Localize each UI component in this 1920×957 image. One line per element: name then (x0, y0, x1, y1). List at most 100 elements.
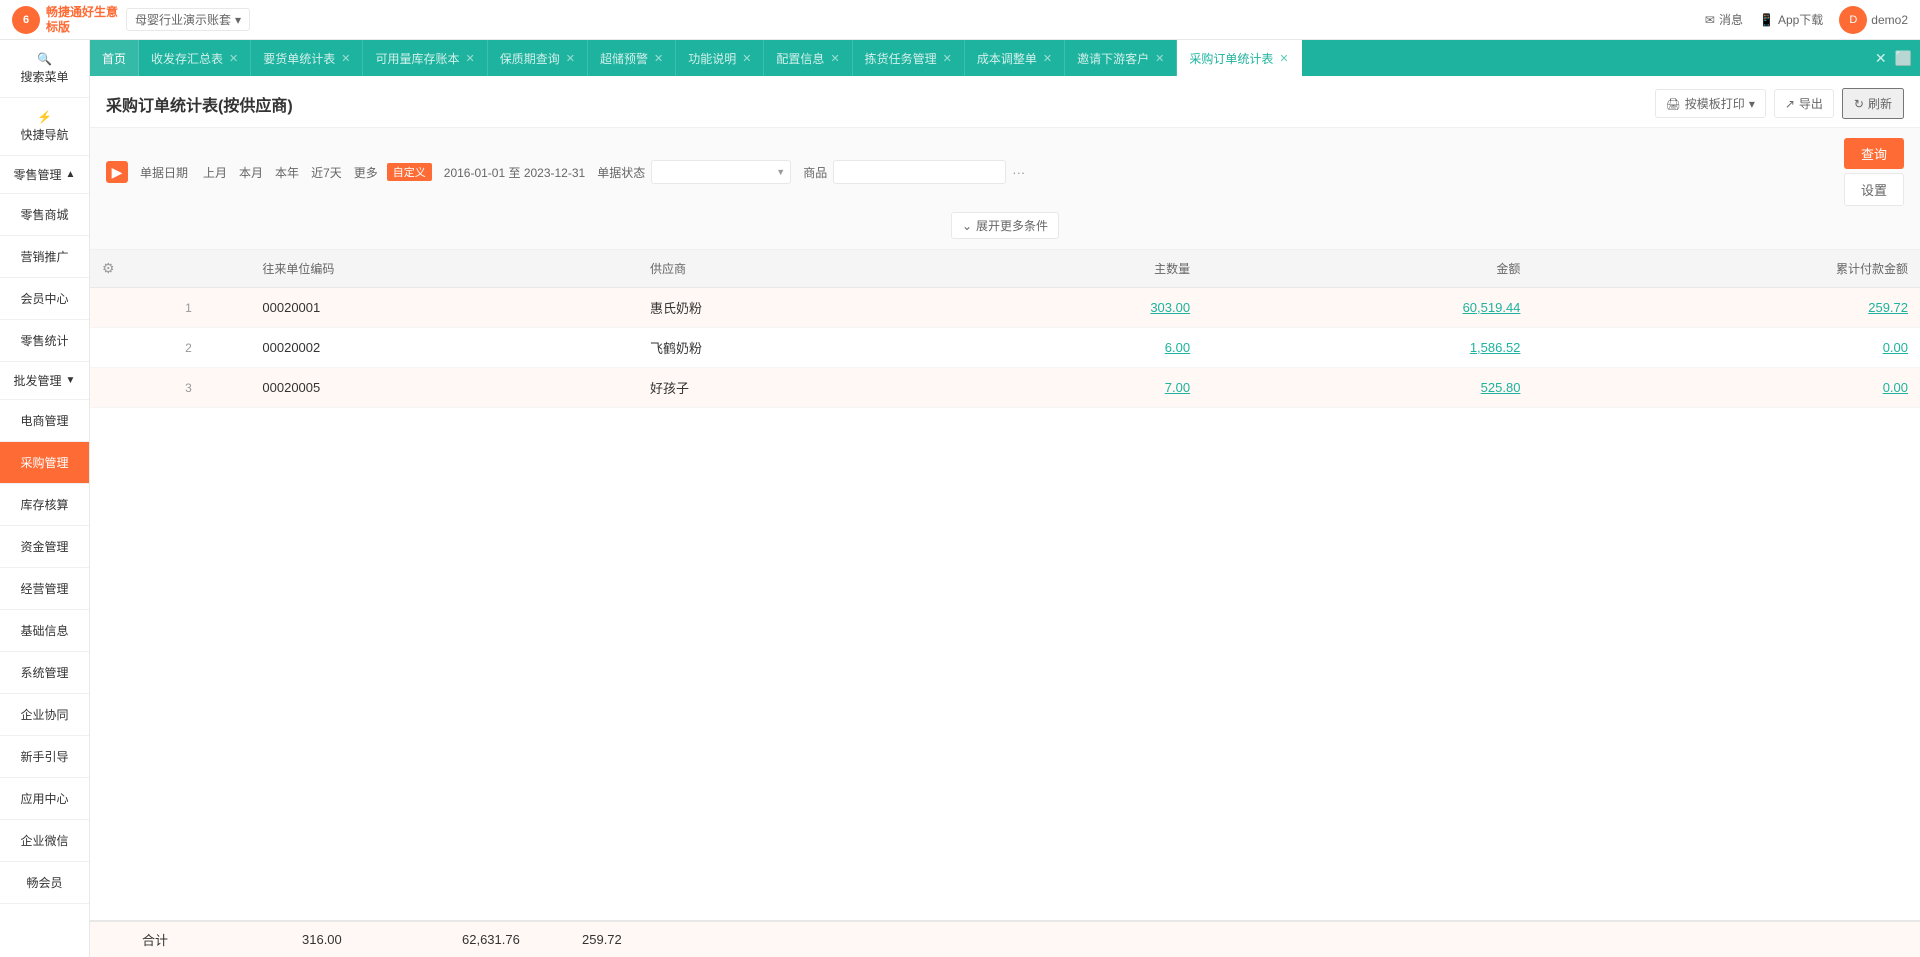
sidebar-item-wholesale[interactable]: 批发管理 ▼ (0, 362, 89, 400)
shortcut-this-year[interactable]: 本年 (272, 163, 302, 182)
tab-available-inventory[interactable]: 可用量库存账本 ✕ (363, 40, 487, 76)
print-icon: 🖨 (1666, 97, 1681, 111)
sidebar-item-enterprise-wechat[interactable]: 企业微信 (0, 820, 89, 862)
td-paid[interactable]: 259.72 (1532, 288, 1920, 328)
td-qty[interactable]: 7.00 (945, 368, 1202, 408)
filter-area: ▶ 单据日期 上月 本月 本年 近7天 更多 自定义 2016-01-01 至 … (90, 128, 1920, 250)
sidebar-item-label: 经营管理 (20, 580, 68, 597)
template-print-button[interactable]: 🖨 按模板打印 ▾ (1655, 89, 1766, 118)
footer-total-label: 合计 (102, 930, 302, 949)
sidebar-item-search[interactable]: 🔍 搜索菜单 (0, 40, 89, 98)
tab-home[interactable]: 首页 (90, 40, 139, 76)
shortcut-last-month[interactable]: 上月 (200, 163, 230, 182)
sidebar-item-label: 电商管理 (20, 412, 68, 429)
goods-input[interactable] (833, 160, 1006, 184)
export-button[interactable]: ↗ 导出 (1774, 89, 1834, 118)
sidebar-item-app-center[interactable]: 应用中心 (0, 778, 89, 820)
chevron-down-icon: ⌄ (962, 219, 972, 233)
tab-close-icon[interactable]: ✕ (341, 52, 350, 65)
custom-date-badge[interactable]: 自定义 (387, 163, 432, 181)
sidebar-item-label: 系统管理 (20, 664, 68, 681)
refresh-button[interactable]: ↻ 刷新 (1842, 88, 1904, 119)
sidebar-item-guide[interactable]: 新手引导 (0, 736, 89, 778)
sidebar-item-ecommerce[interactable]: 电商管理 (0, 400, 89, 442)
top-bar-left: 6 畅捷通好生意 标版 母婴行业演示账套 ▾ (12, 5, 250, 34)
tab-invite-downstream[interactable]: 邀请下游客户 ✕ (1065, 40, 1177, 76)
tab-close-icon[interactable]: ✕ (229, 52, 238, 65)
tab-close-icon[interactable]: ✕ (943, 52, 952, 65)
settings-button[interactable]: 设置 (1844, 173, 1904, 206)
td-num: 2 (127, 328, 251, 368)
message-action[interactable]: ✉ 消息 (1705, 11, 1743, 28)
maximize-window-icon[interactable]: ⬜ (1895, 50, 1912, 67)
tab-close-icon[interactable]: ✕ (742, 52, 751, 65)
td-qty[interactable]: 6.00 (945, 328, 1202, 368)
tab-close-icon[interactable]: ✕ (1279, 52, 1288, 65)
page-title: 采购订单统计表(按供应商) (106, 92, 293, 116)
app-download-action[interactable]: 📱 App下载 (1759, 11, 1823, 28)
shortcut-this-month[interactable]: 本月 (236, 163, 266, 182)
sidebar-item-finance[interactable]: 资金管理 (0, 526, 89, 568)
status-label: 单据状态 (597, 164, 645, 181)
td-qty[interactable]: 303.00 (945, 288, 1202, 328)
chevron-down-icon: ▾ (1749, 97, 1755, 111)
sidebar-item-retail-mgmt[interactable]: 零售管理 ▲ (0, 156, 89, 194)
sidebar-item-vip[interactable]: 畅会员 (0, 862, 89, 904)
sidebar-item-system[interactable]: 系统管理 (0, 652, 89, 694)
status-select[interactable] (651, 160, 791, 184)
sidebar-item-basic-info[interactable]: 基础信息 (0, 610, 89, 652)
sidebar-item-purchase[interactable]: 采购管理 (0, 442, 89, 484)
footer-values: 316.00 62,631.76 259.72 (302, 932, 702, 947)
search-icon: 🔍 (37, 52, 52, 66)
tab-close-icon[interactable]: ✕ (1043, 52, 1052, 65)
table-row: 2 00020002 飞鹤奶粉 6.00 1,586.52 0.00 (90, 328, 1920, 368)
sidebar-item-operations[interactable]: 经营管理 (0, 568, 89, 610)
table-header-row: ⚙ 往来单位编码 供应商 主数量 金额 累计付款金额 (90, 250, 1920, 288)
close-window-icon[interactable]: ✕ (1875, 50, 1887, 67)
tab-close-icon[interactable]: ✕ (566, 52, 575, 65)
sidebar-item-enterprise[interactable]: 企业协同 (0, 694, 89, 736)
tab-pick-task[interactable]: 拣货任务管理 ✕ (853, 40, 965, 76)
tab-close-icon[interactable]: ✕ (1155, 52, 1164, 65)
tab-bar: 首页 收发存汇总表 ✕ 要货单统计表 ✕ 可用量库存账本 ✕ 保质期查询 ✕ 超… (90, 40, 1920, 76)
tab-order-stats[interactable]: 要货单统计表 ✕ (251, 40, 363, 76)
tab-close-icon[interactable]: ✕ (466, 52, 475, 65)
td-amount[interactable]: 1,586.52 (1202, 328, 1532, 368)
tab-close-icon[interactable]: ✕ (654, 52, 663, 65)
shortcut-more[interactable]: 更多 (351, 163, 381, 182)
filter-toggle-button[interactable]: ▶ (106, 161, 128, 183)
tab-close-icon[interactable]: ✕ (830, 52, 839, 65)
shortcut-7days[interactable]: 近7天 (308, 163, 345, 182)
tab-receive-summary[interactable]: 收发存汇总表 ✕ (139, 40, 251, 76)
column-settings-icon[interactable]: ⚙ (102, 260, 115, 276)
table-area: ⚙ 往来单位编码 供应商 主数量 金额 累计付款金额 1 000200 (90, 250, 1920, 920)
tab-function-desc[interactable]: 功能说明 ✕ (676, 40, 764, 76)
tab-cost-adjust[interactable]: 成本调整单 ✕ (965, 40, 1065, 76)
app-logo-icon: 6 (12, 6, 40, 34)
td-amount[interactable]: 525.80 (1202, 368, 1532, 408)
tab-overstock-warning[interactable]: 超储预警 ✕ (588, 40, 676, 76)
user-name: demo2 (1871, 13, 1908, 27)
download-icon: 📱 (1759, 13, 1774, 27)
sidebar-item-quick-nav[interactable]: ⚡ 快捷导航 (0, 98, 89, 156)
workspace-selector[interactable]: 母婴行业演示账套 ▾ (126, 8, 250, 31)
sidebar-item-retail-shop[interactable]: 零售商城 (0, 194, 89, 236)
td-amount[interactable]: 60,519.44 (1202, 288, 1532, 328)
query-button[interactable]: 查询 (1844, 138, 1904, 169)
filter-secondary-row: ⌄ 展开更多条件 (106, 206, 1904, 239)
user-area[interactable]: D demo2 (1839, 6, 1908, 34)
td-paid[interactable]: 0.00 (1532, 328, 1920, 368)
tab-config-info[interactable]: 配置信息 ✕ (764, 40, 852, 76)
tab-warranty-query[interactable]: 保质期查询 ✕ (488, 40, 588, 76)
sidebar-item-label: 新手引导 (20, 748, 68, 765)
expand-more-button[interactable]: ⌄ 展开更多条件 (951, 212, 1059, 239)
sidebar-item-label: 应用中心 (20, 790, 68, 807)
sidebar-item-marketing[interactable]: 营销推广 (0, 236, 89, 278)
tab-purchase-order-stats[interactable]: 采购订单统计表 ✕ (1177, 40, 1301, 76)
sidebar-item-retail-stats[interactable]: 零售统计 (0, 320, 89, 362)
table-footer: 合计 316.00 62,631.76 259.72 (90, 920, 1920, 957)
filter-actions: 查询 设置 (1844, 138, 1904, 206)
sidebar-item-member[interactable]: 会员中心 (0, 278, 89, 320)
sidebar-item-inventory[interactable]: 库存核算 (0, 484, 89, 526)
td-paid[interactable]: 0.00 (1532, 368, 1920, 408)
